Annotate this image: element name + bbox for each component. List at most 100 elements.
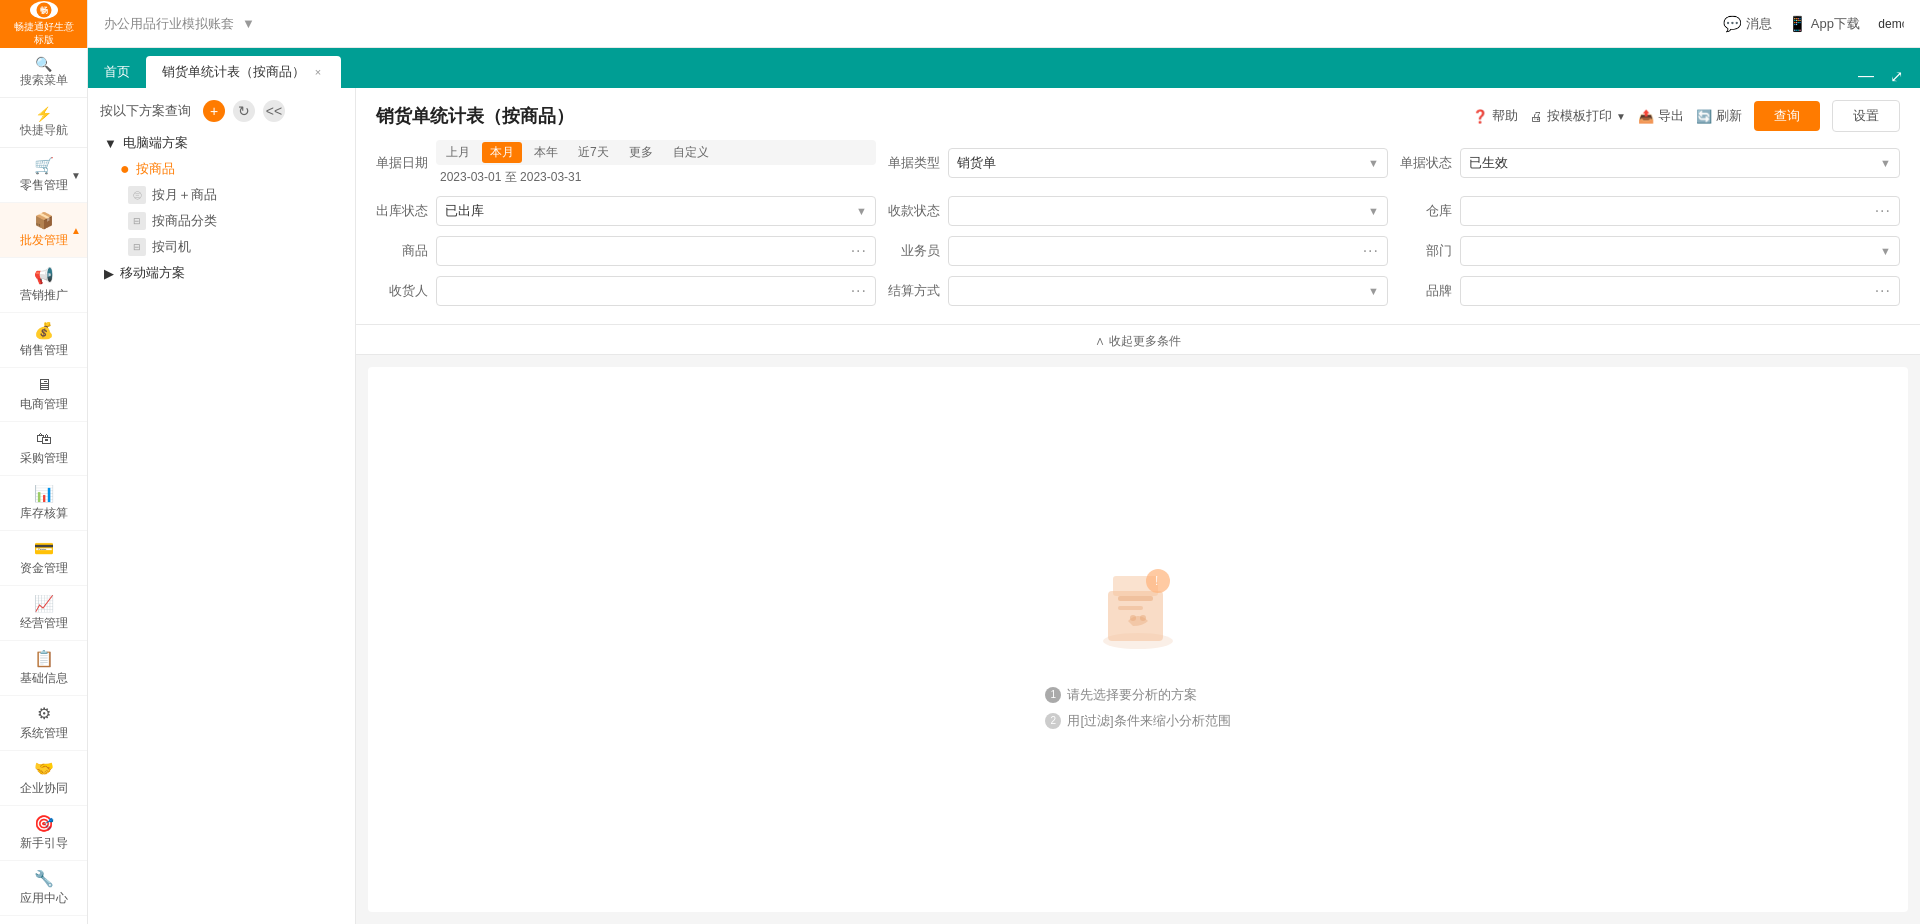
active-dot-icon: ● (120, 160, 130, 178)
filter-brand: 品牌 ··· (1400, 276, 1900, 306)
date-tab-7days[interactable]: 近7天 (570, 142, 617, 163)
tree-group-mobile[interactable]: ▶ 移动端方案 (88, 260, 355, 286)
date-tabs: 上月 本月 本年 近7天 更多 自定义 (436, 140, 876, 165)
category-icon: ⊟ (128, 212, 146, 230)
help-label: 帮助 (1492, 107, 1518, 125)
help-btn[interactable]: ❓ 帮助 (1472, 107, 1518, 125)
sidebar-item-system[interactable]: ⚙ 系统管理 (0, 696, 87, 751)
goods-input[interactable]: ··· (436, 236, 876, 266)
sidebar-item-retail[interactable]: 🛒 零售管理 ▼ (0, 148, 87, 203)
message-btn[interactable]: 💬 消息 (1723, 15, 1772, 33)
tab-close-btn[interactable]: × (311, 65, 325, 79)
page-title-row: 销货单统计表（按商品） ❓ 帮助 🖨 按模板打印 ▼ 📤 (376, 100, 1900, 140)
page-title: 销货单统计表（按商品） (376, 104, 574, 128)
filter-area: 单据日期 上月 本月 本年 近7天 更多 自定义 20 (376, 140, 1900, 324)
tree-child-by-month-goods[interactable]: ㊂ 按月＋商品 (88, 182, 355, 208)
minimize-btn[interactable]: — (1854, 64, 1878, 88)
guide-icon: 🎯 (34, 814, 54, 833)
date-tab-this-year[interactable]: 本年 (526, 142, 566, 163)
collapse-bar[interactable]: ∧ 收起更多条件 (356, 325, 1920, 355)
tree-child-by-goods[interactable]: ● 按商品 (88, 156, 355, 182)
date-tab-this-month[interactable]: 本月 (482, 142, 522, 163)
query-btn[interactable]: 查询 (1754, 101, 1820, 131)
sidebar-item-finance[interactable]: 💳 资金管理 (0, 531, 87, 586)
receiver-input[interactable]: ··· (436, 276, 876, 306)
search-menu[interactable]: 🔍 搜索菜单 (0, 48, 87, 98)
tab-active[interactable]: 销货单统计表（按商品） × (146, 56, 341, 88)
department-input[interactable]: ▼ (1460, 236, 1900, 266)
receiver-dots: ··· (851, 282, 867, 300)
payment-label: 结算方式 (888, 282, 940, 300)
date-tab-last-month[interactable]: 上月 (438, 142, 478, 163)
sidebar-item-ecommerce[interactable]: 🖥 电商管理 (0, 368, 87, 422)
tab-home[interactable]: 首页 (88, 56, 146, 88)
out-status-chevron: ▼ (856, 205, 867, 217)
tree-child-by-driver[interactable]: ⊟ 按司机 (88, 234, 355, 260)
staff-input[interactable]: ··· (948, 236, 1388, 266)
doc-status-label: 单据状态 (1400, 154, 1452, 172)
topbar-right: 💬 消息 📱 App下载 E demo2 (1723, 10, 1904, 38)
brand-input[interactable]: ··· (1460, 276, 1900, 306)
settings-btn[interactable]: 设置 (1832, 100, 1900, 132)
export-btn[interactable]: 📤 导出 (1638, 107, 1684, 125)
svg-point-10 (1140, 615, 1146, 621)
svg-rect-5 (1118, 596, 1153, 601)
tree-group-mobile-label: 移动端方案 (120, 264, 185, 282)
filter-goods: 商品 ··· (376, 236, 876, 266)
print-icon: 🖨 (1530, 109, 1543, 124)
system-icon: ⚙ (37, 704, 51, 723)
sidebar-item-wechat[interactable]: 💬 企业微信 (0, 916, 87, 924)
sidebar-item-appstore[interactable]: 🔧 应用中心 (0, 861, 87, 916)
app-download-btn[interactable]: 📱 App下载 (1788, 15, 1860, 33)
out-status-input[interactable]: 已出库 ▼ (436, 196, 876, 226)
filter-row-3: 商品 ··· 业务员 ··· (376, 236, 1900, 266)
sidebar-item-finance-label: 资金管理 (20, 560, 68, 577)
filter-row-1: 单据日期 上月 本月 本年 近7天 更多 自定义 20 (376, 140, 1900, 186)
left-panel: 按以下方案查询 + ↻ << ▼ 电脑端方案 ● 按商品 ㊂ 按月＋商品 ⊟ 按… (88, 88, 356, 924)
sidebar-item-basic[interactable]: 📋 基础信息 (0, 641, 87, 696)
collect-status-input[interactable]: ▼ (948, 196, 1388, 226)
month-goods-icon: ㊂ (128, 186, 146, 204)
sidebar-item-guide[interactable]: 🎯 新手引导 (0, 806, 87, 861)
sidebar-item-sales[interactable]: 💰 销售管理 (0, 313, 87, 368)
filter-doc-status: 单据状态 已生效 ▼ (1400, 140, 1900, 186)
receiver-label: 收货人 (376, 282, 428, 300)
sidebar-item-inventory[interactable]: 📊 库存核算 (0, 476, 87, 531)
maximize-btn[interactable]: ⤢ (1884, 64, 1908, 88)
basic-icon: 📋 (34, 649, 54, 668)
refresh-plan-btn[interactable]: ↻ (233, 100, 255, 122)
date-tab-more[interactable]: 更多 (621, 142, 661, 163)
doc-type-input[interactable]: 销货单 ▼ (948, 148, 1388, 178)
doc-status-input[interactable]: 已生效 ▼ (1460, 148, 1900, 178)
message-label: 消息 (1746, 15, 1772, 33)
quick-nav[interactable]: ⚡ 快捷导航 (0, 98, 87, 148)
svg-rect-6 (1118, 606, 1143, 610)
doc-type-label: 单据类型 (888, 154, 940, 172)
refresh-btn[interactable]: 🔄 刷新 (1696, 107, 1742, 125)
filter-out-status: 出库状态 已出库 ▼ (376, 196, 876, 226)
payment-input[interactable]: ▼ (948, 276, 1388, 306)
tree-child-by-category[interactable]: ⊟ 按商品分类 (88, 208, 355, 234)
add-plan-btn[interactable]: + (203, 100, 225, 122)
sidebar-item-operation[interactable]: 📈 经营管理 (0, 586, 87, 641)
collapse-panel-btn[interactable]: << (263, 100, 285, 122)
tab-active-label: 销货单统计表（按商品） (162, 63, 305, 81)
department-chevron: ▼ (1880, 245, 1891, 257)
date-range-value: 2023-03-01 至 2023-03-31 (440, 169, 876, 186)
user-avatar[interactable]: E demo2 (1876, 10, 1904, 38)
doc-status-chevron: ▼ (1880, 157, 1891, 169)
date-tab-custom[interactable]: 自定义 (665, 142, 717, 163)
sidebar-item-enterprise[interactable]: 🤝 企业协同 (0, 751, 87, 806)
sidebar-item-wholesale[interactable]: 📦 批发管理 ▲ (0, 203, 87, 258)
date-label: 单据日期 (376, 154, 428, 172)
print-btn[interactable]: 🖨 按模板打印 ▼ (1530, 107, 1626, 125)
industry-dropdown-icon[interactable]: ▼ (242, 16, 255, 31)
sidebar-item-marketing[interactable]: 📢 营销推广 (0, 258, 87, 313)
warehouse-dots: ··· (1875, 202, 1891, 220)
tree-group-desktop[interactable]: ▼ 电脑端方案 (88, 130, 355, 156)
doc-type-value: 销货单 (957, 154, 996, 172)
sidebar-item-purchase[interactable]: 🛍 采购管理 (0, 422, 87, 476)
warehouse-input[interactable]: ··· (1460, 196, 1900, 226)
empty-tips: 1 请先选择要分析的方案 2 用[过滤]条件来缩小分析范围 (1045, 682, 1230, 734)
marketing-icon: 📢 (34, 266, 54, 285)
